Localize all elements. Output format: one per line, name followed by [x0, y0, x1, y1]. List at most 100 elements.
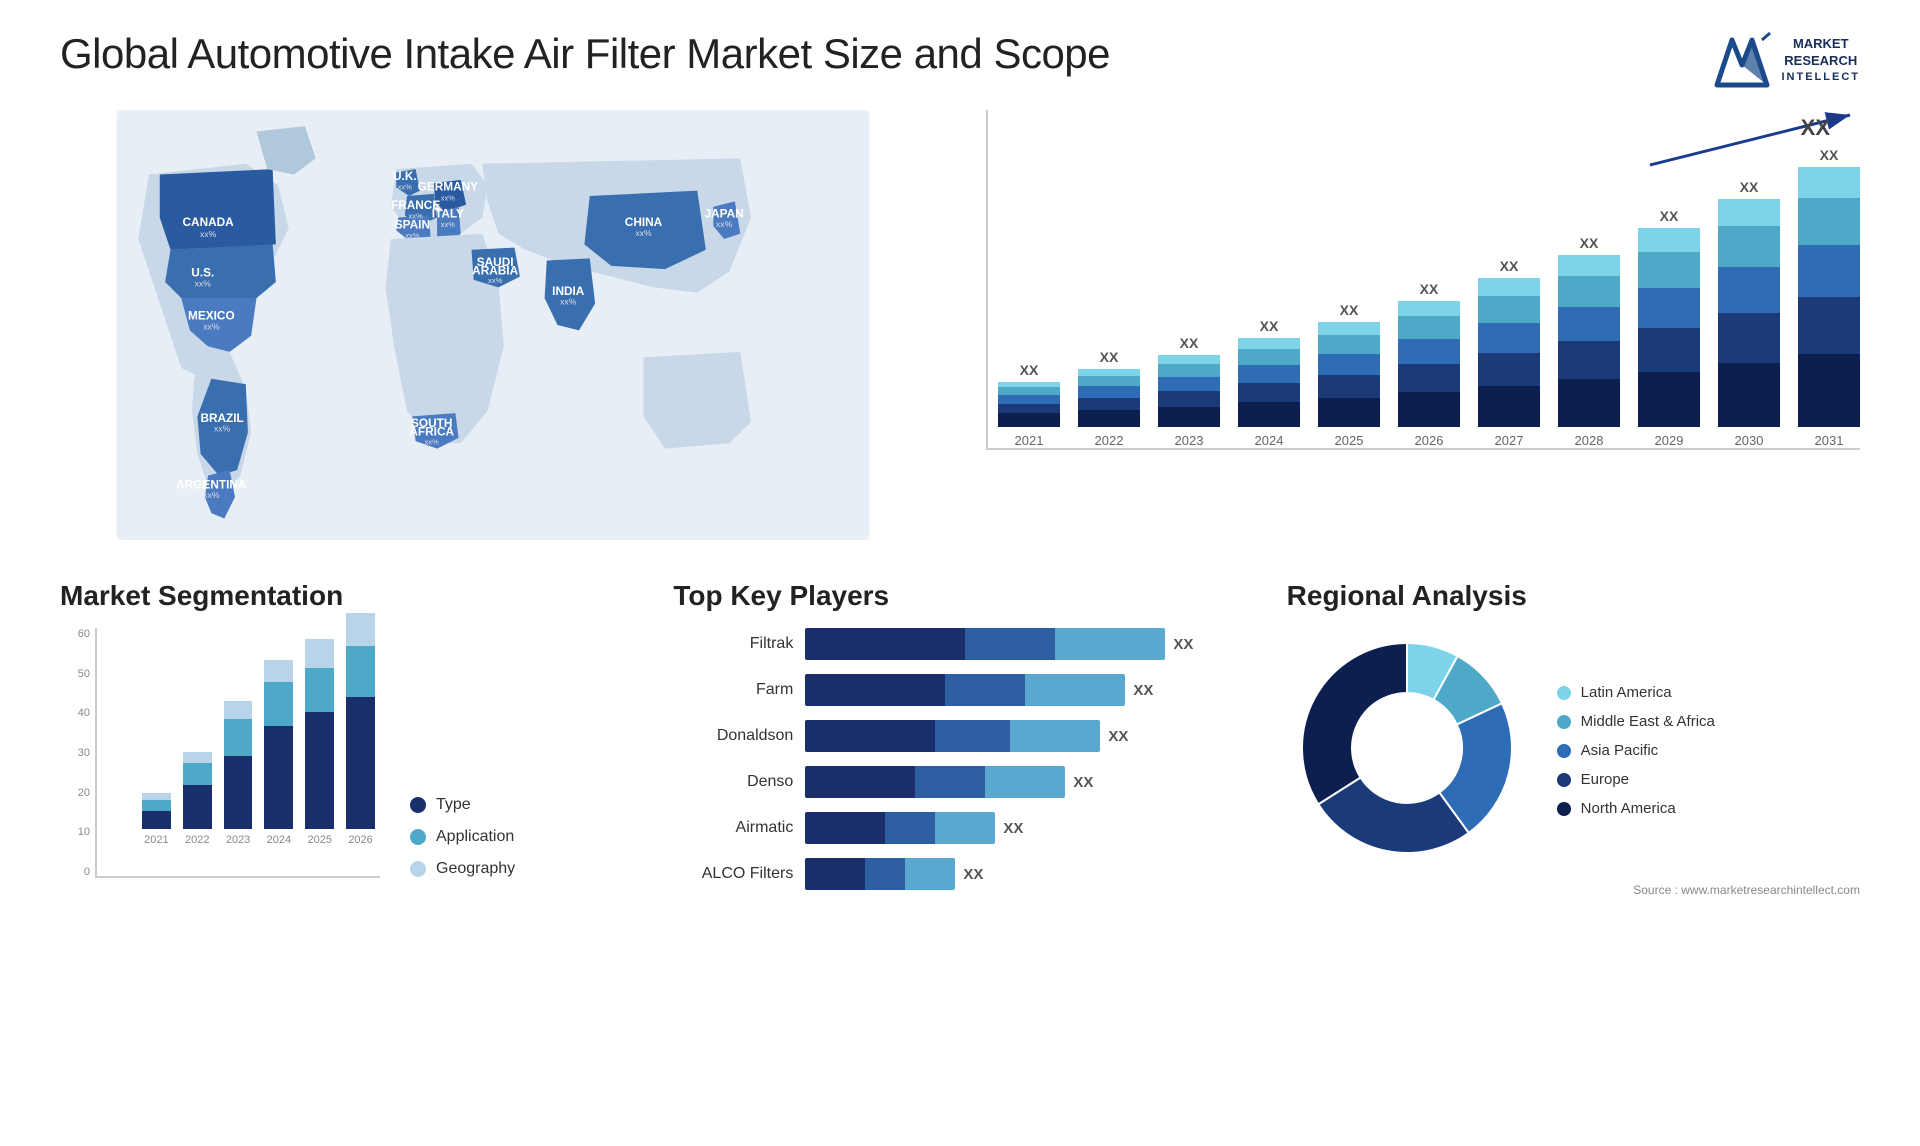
bar-year-label: 2030: [1735, 433, 1764, 448]
player-row: FarmXX: [673, 674, 1246, 706]
bar-xx-label: XX: [1260, 318, 1279, 334]
bar-seg: [1478, 386, 1540, 427]
player-bar-seg1: [805, 674, 945, 706]
bar-chart-container: XX XX2021XX2022XX2023XX2024XX2025XX2026X…: [966, 110, 1860, 540]
player-bar-seg3: [905, 858, 955, 890]
svg-text:xx%: xx%: [716, 219, 733, 229]
bar-seg: [1798, 297, 1860, 354]
bar-year-label: 2023: [1175, 433, 1204, 448]
donut-area: Latin AmericaMiddle East & AfricaAsia Pa…: [1287, 628, 1860, 873]
svg-text:SPAIN: SPAIN: [395, 217, 430, 231]
legend-label: Geography: [436, 860, 515, 878]
regional-legend-item: Middle East & Africa: [1557, 713, 1715, 730]
bar-seg: [1798, 354, 1860, 427]
seg-bar-piece: [142, 793, 171, 800]
bar-group-2022: XX 2022: [1078, 349, 1140, 448]
bar-stack: [1318, 322, 1380, 427]
seg-bar-group-2021: 2021: [142, 793, 171, 846]
legend-dot: [410, 829, 426, 845]
regional-dot: [1557, 686, 1571, 700]
regional-container: Regional Analysis Latin AmericaMiddle Ea…: [1287, 580, 1860, 908]
player-bar: [805, 858, 955, 890]
regional-legend-item: Latin America: [1557, 684, 1715, 701]
player-xx: XX: [1108, 728, 1128, 745]
bar-seg: [1558, 307, 1620, 341]
bar-xx-label: XX: [1100, 349, 1119, 365]
page-container: Global Automotive Intake Air Filter Mark…: [0, 0, 1920, 1146]
logo-text: MARKET RESEARCH INTELLECT: [1782, 36, 1861, 84]
bar-seg: [1318, 375, 1380, 398]
bar-chart-bars: XX2021XX2022XX2023XX2024XX2025XX2026XX20…: [986, 110, 1860, 450]
seg-chart-area: 6050403020100 202120222023202420252026 T…: [60, 628, 633, 908]
seg-bar-piece: [224, 701, 253, 719]
regional-legend-label: North America: [1581, 800, 1676, 817]
seg-bar-piece: [264, 682, 293, 726]
player-row: DensoXX: [673, 766, 1246, 798]
seg-legend-item: Type: [410, 796, 515, 814]
bar-xx-label: XX: [1820, 147, 1839, 163]
bar-year-label: 2022: [1095, 433, 1124, 448]
bar-stack: [1238, 338, 1300, 427]
bar-seg: [998, 395, 1060, 404]
bar-seg: [1478, 278, 1540, 296]
player-bar-wrap: XX: [805, 858, 1246, 890]
seg-x-label: 2024: [267, 834, 291, 846]
bar-xx-label: XX: [1500, 258, 1519, 274]
seg-bar-piece: [346, 697, 375, 829]
bar-group-2021: XX 2021: [998, 362, 1060, 448]
world-map: CANADA xx% U.S. xx% MEXICO xx% BRAZIL xx…: [60, 110, 926, 540]
bar-stack: [1078, 369, 1140, 427]
seg-legend-item: Application: [410, 828, 515, 846]
seg-axes: 202120222023202420252026: [95, 628, 380, 878]
seg-bar-piece: [346, 646, 375, 697]
bar-group-2029: XX2029: [1638, 208, 1700, 448]
bar-seg: [1718, 313, 1780, 363]
bar-seg: [1478, 353, 1540, 386]
regional-dot: [1557, 715, 1571, 729]
svg-text:xx%: xx%: [635, 228, 652, 238]
page-title: Global Automotive Intake Air Filter Mark…: [60, 30, 1110, 78]
seg-x-label: 2022: [185, 834, 209, 846]
svg-text:xx%: xx%: [200, 229, 217, 239]
player-bar-seg1: [805, 766, 915, 798]
seg-bar-piece: [183, 785, 212, 829]
svg-text:xx%: xx%: [405, 231, 420, 240]
bar-group-2025: XX2025: [1318, 302, 1380, 448]
bar-group-2027: XX2027: [1478, 258, 1540, 448]
bar-xx-label: XX: [1020, 362, 1039, 378]
legend-dot: [410, 797, 426, 813]
bar-xx-label: XX: [1740, 179, 1759, 195]
player-row: FiltrakXX: [673, 628, 1246, 660]
map-container: CANADA xx% U.S. xx% MEXICO xx% BRAZIL xx…: [60, 110, 926, 540]
bar-seg: [1238, 349, 1300, 365]
bar-chart-inner: XX XX2021XX2022XX2023XX2024XX2025XX2026X…: [986, 110, 1860, 540]
player-xx: XX: [963, 866, 983, 883]
seg-bar-piece: [305, 712, 334, 829]
svg-text:xx%: xx%: [398, 183, 413, 192]
bar-group-2030: XX 2030: [1718, 179, 1780, 448]
bar-seg: [1318, 322, 1380, 335]
player-bar-wrap: XX: [805, 674, 1246, 706]
logo-icon: [1712, 30, 1772, 90]
bar-year-label: 2021: [1015, 433, 1044, 448]
player-bar-seg1: [805, 628, 965, 660]
player-xx: XX: [1133, 682, 1153, 699]
player-bar-seg3: [1025, 674, 1125, 706]
bar-xx-label: XX: [1660, 208, 1679, 224]
bar-stack: [998, 382, 1060, 427]
regional-dot: [1557, 773, 1571, 787]
seg-bar-piece: [305, 639, 334, 668]
bar-seg: [1798, 245, 1860, 297]
svg-text:xx%: xx%: [560, 297, 577, 307]
bar-seg: [1078, 376, 1140, 386]
bar-seg: [1238, 383, 1300, 402]
seg-bar-stacked: [183, 752, 212, 829]
player-bar-seg2: [935, 720, 1010, 752]
bar-seg: [1398, 392, 1460, 427]
bar-seg: [1398, 316, 1460, 339]
bar-seg: [1638, 372, 1700, 427]
player-bar-wrap: XX: [805, 766, 1246, 798]
player-bar-seg3: [985, 766, 1065, 798]
seg-bar-stacked: [142, 793, 171, 829]
player-xx: XX: [1173, 636, 1193, 653]
